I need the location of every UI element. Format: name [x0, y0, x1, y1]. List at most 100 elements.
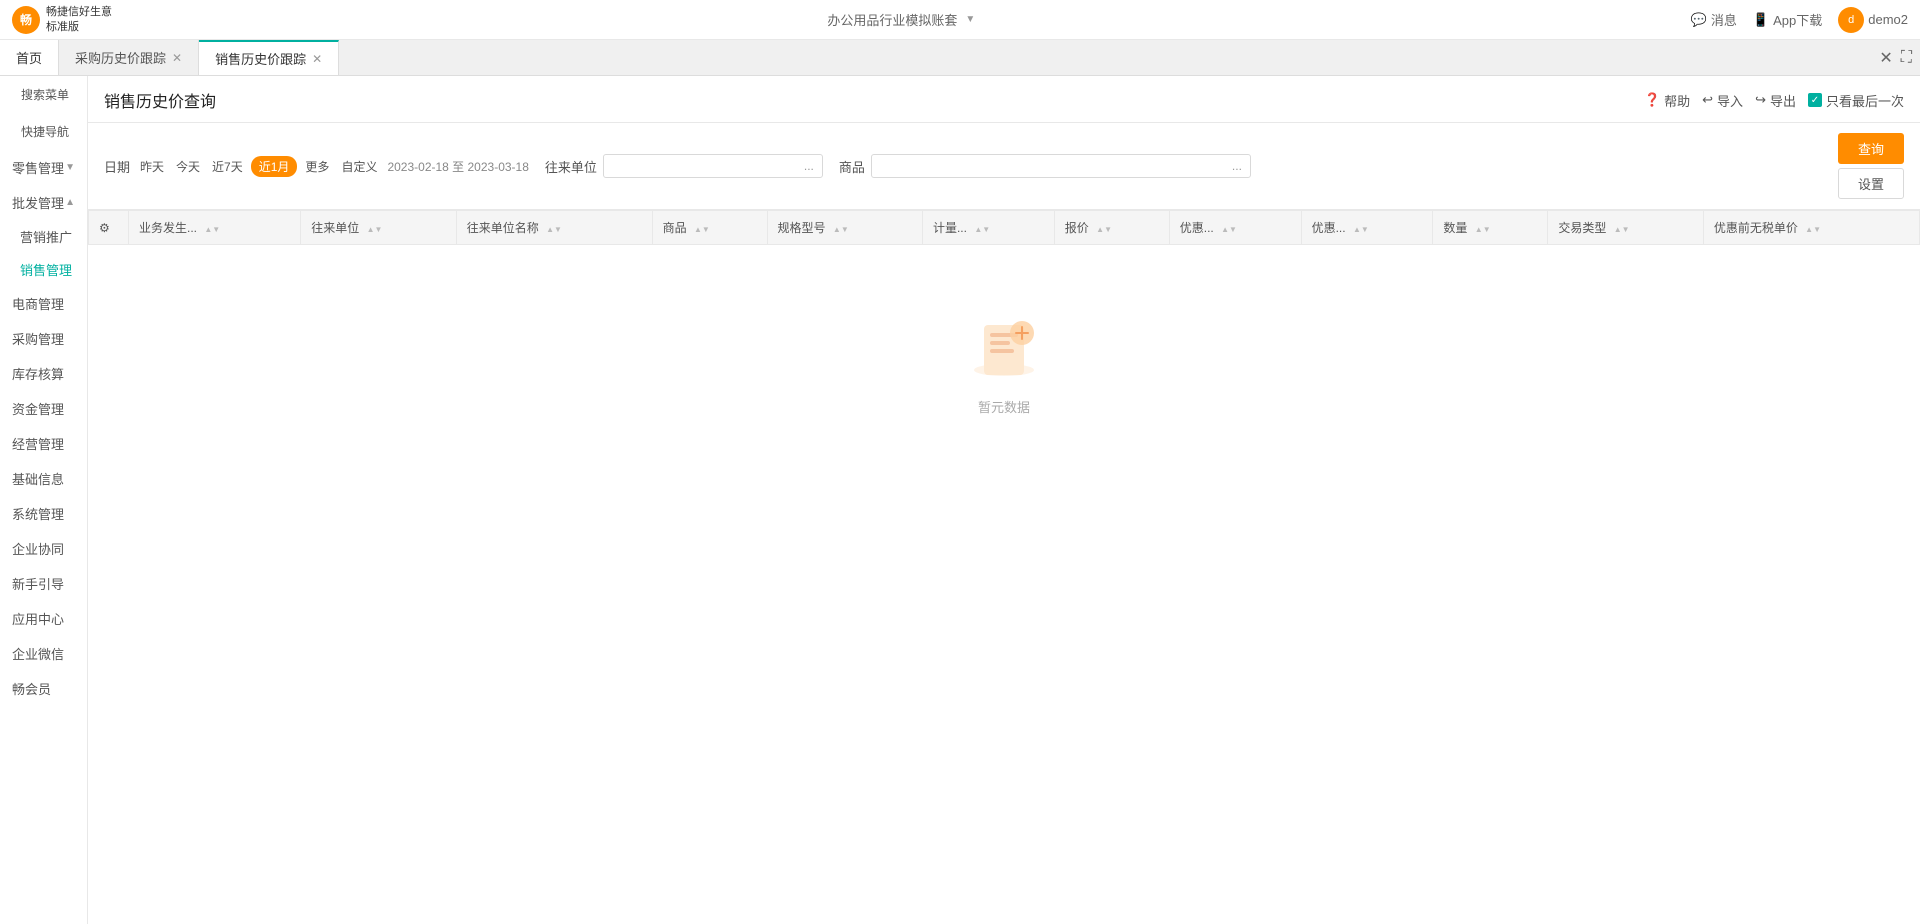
col-quantity[interactable]: 数量 ▲▼ — [1433, 211, 1548, 245]
content-area: 销售历史价查询 ❓ 帮助 ↩ 导入 ↪ 导出 ✓ — [88, 76, 1920, 924]
top-bar-left: 畅 畅捷信好生意 标准版 — [12, 5, 112, 34]
sidebar-item-operations[interactable]: 经营管理 — [0, 426, 87, 461]
sort-trade-type-icon: ▲▼ — [1614, 225, 1630, 234]
empty-illustration — [964, 305, 1044, 385]
sidebar-item-app-center[interactable]: 应用中心 — [0, 601, 87, 636]
message-btn[interactable]: 💬 消息 — [1691, 10, 1737, 29]
sort-price-icon: ▲▼ — [1096, 225, 1112, 234]
date-yesterday-btn[interactable]: 昨天 — [136, 156, 168, 177]
sidebar-item-finance[interactable]: 资金管理 — [0, 391, 87, 426]
empty-text: 暂元数据 — [978, 397, 1030, 416]
workspace-selector[interactable]: 办公用品行业模拟账套 ▼ — [827, 10, 975, 29]
col-price[interactable]: 报价 ▲▼ — [1054, 211, 1169, 245]
date-7days-btn[interactable]: 近7天 — [208, 156, 247, 177]
partner-filter-group: 往来单位 ... — [545, 154, 823, 178]
settings-btn[interactable]: 设置 — [1838, 168, 1904, 199]
partner-input[interactable]: ... — [603, 154, 823, 178]
col-unit[interactable]: 计量... ▲▼ — [922, 211, 1054, 245]
message-icon: 💬 — [1691, 12, 1707, 28]
settings-gear-icon[interactable]: ⚙ — [99, 221, 110, 235]
sidebar-item-enterprise-collab[interactable]: 企业协同 — [0, 531, 87, 566]
user-avatar-btn[interactable]: d demo2 — [1838, 7, 1908, 33]
close-sales-history-tab[interactable]: ✕ — [312, 53, 322, 65]
filter-action-btns: 查询 设置 — [1838, 133, 1904, 199]
sidebar-item-member[interactable]: 畅会员 — [0, 671, 87, 706]
query-btn[interactable]: 查询 — [1838, 133, 1904, 164]
checkbox-icon: ✓ — [1808, 93, 1822, 107]
main-layout: 搜索菜单 快捷导航 零售管理 ▼ 批发管理 ▲ 营销推广 销售管理 电商管理 采… — [0, 76, 1920, 924]
empty-state: 暂元数据 — [88, 245, 1920, 476]
sidebar-item-sales-mgmt[interactable]: 销售管理 — [0, 253, 87, 286]
workspace-dropdown-icon: ▼ — [965, 14, 975, 25]
sidebar-item-enterprise-wechat[interactable]: 企业微信 — [0, 636, 87, 671]
sidebar-item-system[interactable]: 系统管理 — [0, 496, 87, 531]
tab-sales-history[interactable]: 销售历史价跟踪 ✕ — [199, 40, 339, 75]
col-settings[interactable]: ⚙ — [89, 211, 129, 245]
sort-product-icon: ▲▼ — [694, 225, 710, 234]
date-more-btn[interactable]: 更多 — [301, 156, 333, 177]
tab-purchase-history[interactable]: 采购历史价跟踪 ✕ — [59, 40, 199, 75]
sidebar-item-inventory[interactable]: 库存核算 — [0, 356, 87, 391]
page-title: 销售历史价查询 — [104, 88, 216, 112]
sidebar-quick-nav[interactable]: 快捷导航 — [0, 113, 87, 150]
sort-biz-date-icon: ▲▼ — [204, 225, 220, 234]
table-header-row: ⚙ 业务发生... ▲▼ 往来单位 ▲▼ 往来单位名称 ▲▼ — [89, 211, 1920, 245]
table-container: ⚙ 业务发生... ▲▼ 往来单位 ▲▼ 往来单位名称 ▲▼ — [88, 210, 1920, 924]
logo-icon: 畅 — [12, 6, 40, 34]
page-header: 销售历史价查询 ❓ 帮助 ↩ 导入 ↪ 导出 ✓ — [88, 76, 1920, 123]
top-bar-right: 💬 消息 📱 App下载 d demo2 — [1691, 7, 1908, 33]
sidebar-item-newcomer[interactable]: 新手引导 — [0, 566, 87, 601]
close-purchase-history-tab[interactable]: ✕ — [172, 52, 182, 64]
sort-discount2-icon: ▲▼ — [1353, 225, 1369, 234]
col-biz-date[interactable]: 业务发生... ▲▼ — [129, 211, 301, 245]
partner-dots: ... — [804, 159, 814, 173]
product-input[interactable]: ... — [871, 154, 1251, 178]
data-table: ⚙ 业务发生... ▲▼ 往来单位 ▲▼ 往来单位名称 ▲▼ — [88, 210, 1920, 245]
import-icon: ↩ — [1702, 92, 1713, 108]
date-custom-btn[interactable]: 自定义 — [337, 156, 381, 177]
col-pre-discount-price[interactable]: 优惠前无税单价 ▲▼ — [1703, 211, 1919, 245]
only-last-checkbox[interactable]: ✓ 只看最后一次 — [1808, 91, 1904, 110]
col-spec[interactable]: 规格型号 ▲▼ — [767, 211, 922, 245]
tab-home[interactable]: 首页 — [0, 40, 59, 75]
logo-area: 畅 畅捷信好生意 标准版 — [12, 5, 112, 34]
col-trade-type[interactable]: 交易类型 ▲▼ — [1548, 211, 1703, 245]
tab-bar: 首页 采购历史价跟踪 ✕ 销售历史价跟踪 ✕ ✕ ⛶ — [0, 40, 1920, 76]
date-1month-btn[interactable]: 近1月 — [251, 156, 298, 177]
sort-pre-discount-price-icon: ▲▼ — [1805, 225, 1821, 234]
page-header-actions: ❓ 帮助 ↩ 导入 ↪ 导出 ✓ 只看最后一次 — [1644, 91, 1904, 110]
export-btn[interactable]: ↪ 导出 — [1755, 91, 1796, 110]
tab-bar-actions: ✕ ⛶ — [1879, 40, 1920, 75]
sidebar-item-wholesale[interactable]: 批发管理 ▲ — [0, 185, 87, 220]
product-dots: ... — [1232, 159, 1242, 173]
date-today-btn[interactable]: 今天 — [172, 156, 204, 177]
avatar: d — [1838, 7, 1864, 33]
app-download-btn[interactable]: 📱 App下载 — [1753, 10, 1822, 29]
page-title-row: 销售历史价查询 ❓ 帮助 ↩ 导入 ↪ 导出 ✓ — [104, 88, 1904, 112]
sort-spec-icon: ▲▼ — [833, 225, 849, 234]
col-discount1[interactable]: 优惠... ▲▼ — [1169, 211, 1301, 245]
col-discount2[interactable]: 优惠... ▲▼ — [1301, 211, 1433, 245]
sidebar-item-marketing[interactable]: 营销推广 — [0, 220, 87, 253]
maximize-btn[interactable]: ⛶ — [1901, 49, 1912, 67]
help-icon: ❓ — [1644, 92, 1660, 108]
sidebar-item-purchase[interactable]: 采购管理 — [0, 321, 87, 356]
sidebar-item-retail[interactable]: 零售管理 ▼ — [0, 150, 87, 185]
wholesale-arrow-icon: ▲ — [65, 197, 75, 208]
col-product[interactable]: 商品 ▲▼ — [652, 211, 767, 245]
col-partner-code[interactable]: 往来单位 ▲▼ — [301, 211, 456, 245]
filter-row: 日期 昨天 今天 近7天 近1月 更多 自定义 2023-02-18 至 202… — [88, 123, 1920, 210]
date-filter-group: 日期 昨天 今天 近7天 近1月 更多 自定义 2023-02-18 至 202… — [104, 156, 529, 177]
help-btn[interactable]: ❓ 帮助 — [1644, 91, 1690, 110]
col-partner-name[interactable]: 往来单位名称 ▲▼ — [456, 211, 652, 245]
date-quick-buttons: 昨天 今天 近7天 近1月 更多 自定义 — [136, 156, 381, 177]
close-all-tabs-btn[interactable]: ✕ — [1879, 48, 1892, 68]
sidebar-item-ecommerce[interactable]: 电商管理 — [0, 286, 87, 321]
import-btn[interactable]: ↩ 导入 — [1702, 91, 1743, 110]
partner-label: 往来单位 — [545, 157, 597, 176]
sidebar-item-basic[interactable]: 基础信息 — [0, 461, 87, 496]
sidebar-search[interactable]: 搜索菜单 — [0, 76, 87, 113]
top-bar: 畅 畅捷信好生意 标准版 办公用品行业模拟账套 ▼ 💬 消息 📱 App下载 d… — [0, 0, 1920, 40]
app-download-icon: 📱 — [1753, 12, 1769, 28]
sort-partner-code-icon: ▲▼ — [367, 225, 383, 234]
